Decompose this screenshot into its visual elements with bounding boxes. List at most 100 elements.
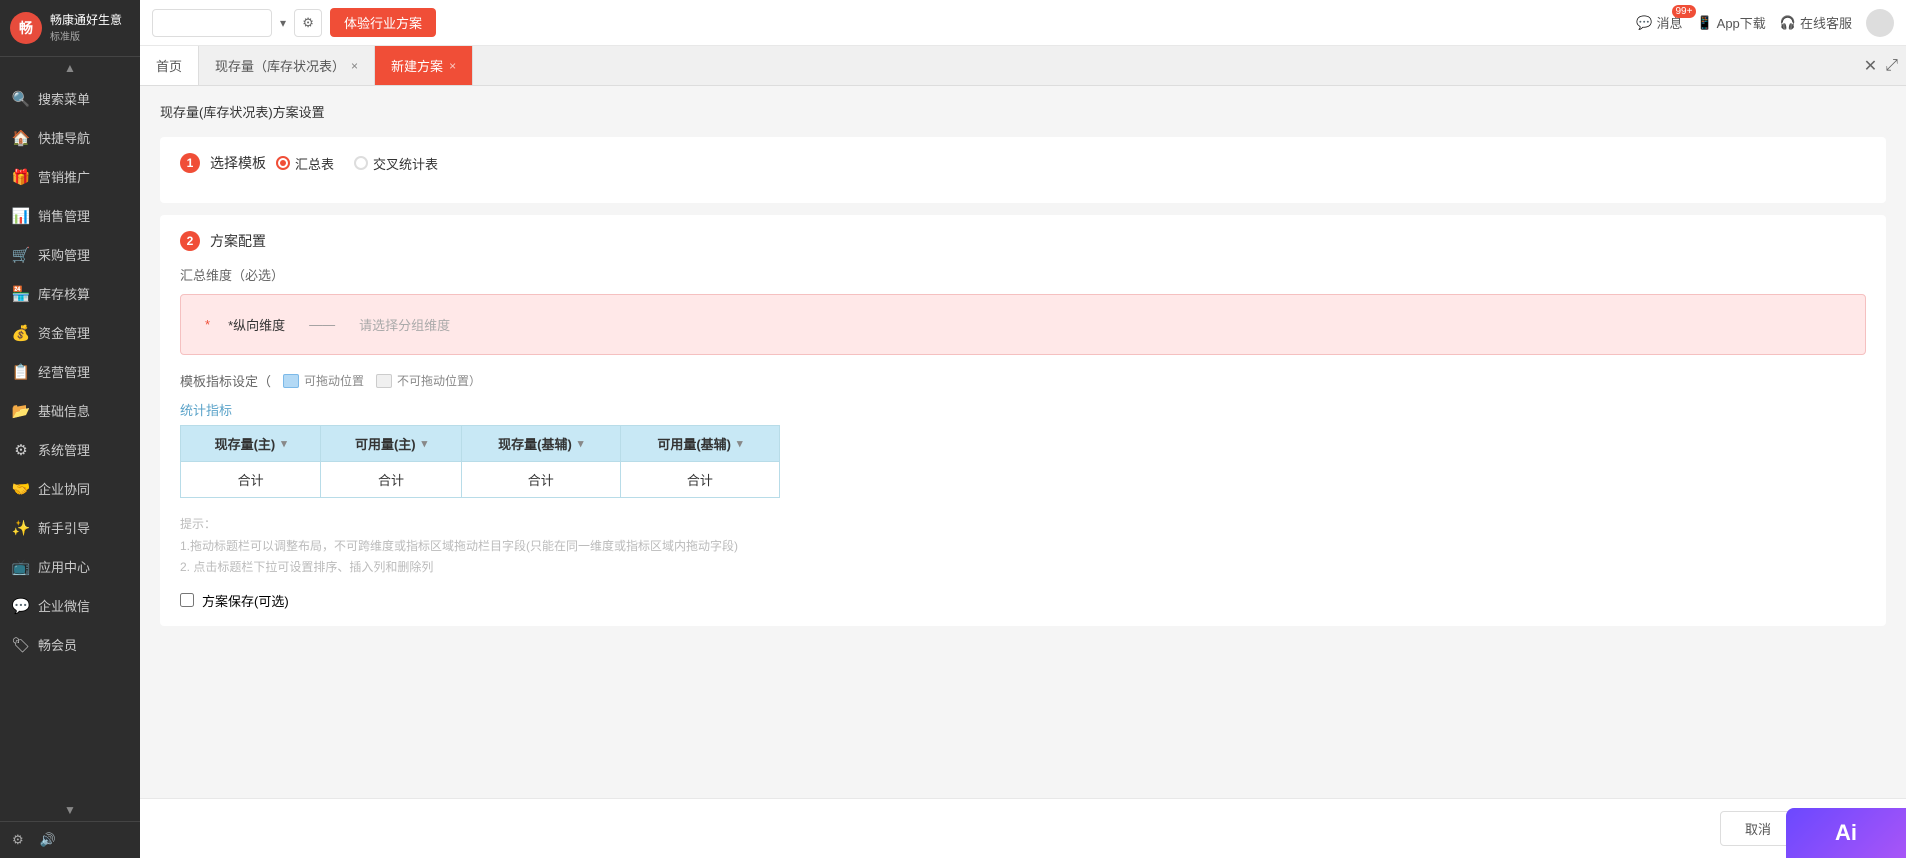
sidebar-item-app-center[interactable]: 📺 应用中心 <box>0 547 140 586</box>
message-icon: 💬 <box>1636 15 1652 31</box>
settings-icon[interactable]: ⚙ <box>12 832 24 848</box>
drag-color-box <box>283 374 299 388</box>
headset-icon: 🎧 <box>1780 15 1796 31</box>
section-choose-template: 1 选择模板 汇总表 交叉统计表 <box>160 137 1886 203</box>
sidebar-item-label: 经营管理 <box>38 362 90 381</box>
step2-number: 2 <box>180 231 200 251</box>
tag-icon: 🏷 <box>12 636 30 654</box>
home-icon: 🏠 <box>12 129 30 147</box>
sidebar-scroll-down[interactable]: ▼ <box>0 799 140 821</box>
sidebar-scroll-up[interactable]: ▲ <box>0 57 140 79</box>
col-header-2[interactable]: 现存量(基辅) ▾ <box>461 426 620 462</box>
sidebar-item-basic-info[interactable]: 📂 基础信息 <box>0 391 140 430</box>
tab-close-all-button[interactable]: ✕ <box>1864 56 1877 76</box>
save-checkbox[interactable] <box>180 593 194 607</box>
dim-placeholder[interactable]: 请选择分组维度 <box>359 315 450 334</box>
topbar-search-input[interactable] <box>152 9 272 37</box>
cancel-button[interactable]: 取消 <box>1720 811 1796 846</box>
tab-new-plan[interactable]: 新建方案 × <box>375 46 473 85</box>
ai-float-button[interactable]: Ai <box>1786 808 1906 858</box>
footer: 取消 查询 <box>140 798 1906 858</box>
tab-new-plan-close[interactable]: × <box>449 59 456 73</box>
sidebar-item-label: 搜索菜单 <box>38 89 90 108</box>
sidebar-item-label: 采购管理 <box>38 245 90 264</box>
clipboard-icon: 📋 <box>12 363 30 381</box>
sidebar-item-finance[interactable]: 💰 资金管理 <box>0 313 140 352</box>
tv-icon: 📺 <box>12 558 30 576</box>
radio-cross-label: 交叉统计表 <box>373 154 438 173</box>
col-arrow-2: ▾ <box>578 437 584 450</box>
sparkle-icon: ✨ <box>12 519 30 537</box>
topbar-dropdown-button[interactable]: ▾ <box>280 16 286 30</box>
sidebar-item-quicknav[interactable]: 🏠 快捷导航 <box>0 118 140 157</box>
radio-dot-summary <box>276 156 290 170</box>
topbar-gear-button[interactable]: ⚙ <box>294 9 322 37</box>
col-header-0[interactable]: 现存量(主) ▾ <box>181 426 321 462</box>
tips-title: 提示： <box>180 514 1866 536</box>
tip-line-1: 1.拖动标题栏可以调整布局，不可跨维度或指标区域拖动栏目字段(只能在同一维度或指… <box>180 536 1866 558</box>
save-label: 方案保存(可选) <box>202 591 289 610</box>
online-service-label: 在线客服 <box>1800 13 1852 32</box>
radio-summary-label: 汇总表 <box>295 154 334 173</box>
message-badge: 99+ <box>1672 5 1697 18</box>
vertical-dim-area: * *纵向维度 —— 请选择分组维度 <box>180 294 1866 355</box>
col-label-2: 现存量(基辅) <box>498 434 572 453</box>
sidebar-item-search[interactable]: 🔍 搜索菜单 <box>0 79 140 118</box>
chart-icon: 📊 <box>12 207 30 225</box>
no-drag-legend-label: 不可拖动位置） <box>397 372 481 389</box>
sidebar-item-wechat[interactable]: 💬 企业微信 <box>0 586 140 625</box>
content-inner: 现存量(库存状况表)方案设置 1 选择模板 汇总表 交叉统计表 <box>140 86 1906 654</box>
industry-plan-button[interactable]: 体验行业方案 <box>330 8 436 37</box>
sidebar: 畅 畅康通好生意 标准版 ▲ 🔍 搜索菜单 🏠 快捷导航 🎁 营销推广 📊 销售… <box>0 0 140 858</box>
radio-cross-table[interactable]: 交叉统计表 <box>354 154 438 173</box>
store-icon: 🏪 <box>12 285 30 303</box>
sidebar-item-label: 营销推广 <box>38 167 90 186</box>
sidebar-item-label: 基础信息 <box>38 401 90 420</box>
gear-icon: ⚙ <box>302 15 314 31</box>
folder-icon: 📂 <box>12 402 30 420</box>
handshake-icon: 🤝 <box>12 480 30 498</box>
main-area: ▾ ⚙ 体验行业方案 💬 消息 99+ 📱 App下载 🎧 在线客服 <box>140 0 1906 858</box>
sidebar-item-label: 资金管理 <box>38 323 90 342</box>
sidebar-bottom: ⚙ 🔊 <box>0 821 140 858</box>
radio-summary-table[interactable]: 汇总表 <box>276 154 334 173</box>
sidebar-item-sales[interactable]: 📊 销售管理 <box>0 196 140 235</box>
sidebar-item-purchase[interactable]: 🛒 采购管理 <box>0 235 140 274</box>
col-label-1: 可用量(主) <box>355 434 416 453</box>
audio-icon[interactable]: 🔊 <box>40 832 56 848</box>
sidebar-item-system[interactable]: ⚙ 系统管理 <box>0 430 140 469</box>
tab-inventory-close[interactable]: × <box>351 59 358 73</box>
tab-inventory[interactable]: 现存量（库存状况表） × <box>199 46 375 85</box>
ai-label: Ai <box>1835 820 1857 846</box>
indicator-settings: 模板指标设定（ 可拖动位置 不可拖动位置） <box>180 371 1866 390</box>
col-header-3[interactable]: 可用量(基辅) ▾ <box>620 426 779 462</box>
col-arrow-0: ▾ <box>281 437 287 450</box>
tab-home[interactable]: 首页 <box>140 46 199 85</box>
app-download-button[interactable]: 📱 App下载 <box>1696 13 1765 32</box>
cell-2: 合计 <box>461 462 620 498</box>
message-button[interactable]: 💬 消息 99+ <box>1636 13 1682 32</box>
online-service-button[interactable]: 🎧 在线客服 <box>1780 13 1852 32</box>
col-arrow-1: ▾ <box>422 437 428 450</box>
col-header-1[interactable]: 可用量(主) ▾ <box>321 426 461 462</box>
required-star: * <box>205 317 210 332</box>
sidebar-item-marketing[interactable]: 🎁 营销推广 <box>0 157 140 196</box>
sidebar-item-management[interactable]: 📋 经营管理 <box>0 352 140 391</box>
cell-1: 合计 <box>321 462 461 498</box>
sidebar-item-label: 系统管理 <box>38 440 90 459</box>
tab-inventory-label: 现存量（库存状况表） <box>215 56 345 75</box>
topbar-right: 💬 消息 99+ 📱 App下载 🎧 在线客服 <box>1636 9 1894 37</box>
tab-expand-button[interactable]: ⤢ <box>1885 57 1898 75</box>
sidebar-item-enterprise[interactable]: 🤝 企业协同 <box>0 469 140 508</box>
user-avatar[interactable] <box>1866 9 1894 37</box>
tab-home-label: 首页 <box>156 56 182 75</box>
indicator-label-text: 模板指标设定（ <box>180 371 271 390</box>
sidebar-item-inventory[interactable]: 🏪 库存核算 <box>0 274 140 313</box>
tab-new-plan-label: 新建方案 <box>391 56 443 75</box>
col-label-3: 可用量(基辅) <box>657 434 731 453</box>
sidebar-item-label: 库存核算 <box>38 284 90 303</box>
sidebar-item-newbie[interactable]: ✨ 新手引导 <box>0 508 140 547</box>
sidebar-item-label: 快捷导航 <box>38 128 90 147</box>
sidebar-item-member[interactable]: 🏷 畅会员 <box>0 625 140 664</box>
sidebar-item-label: 畅会员 <box>38 635 77 654</box>
